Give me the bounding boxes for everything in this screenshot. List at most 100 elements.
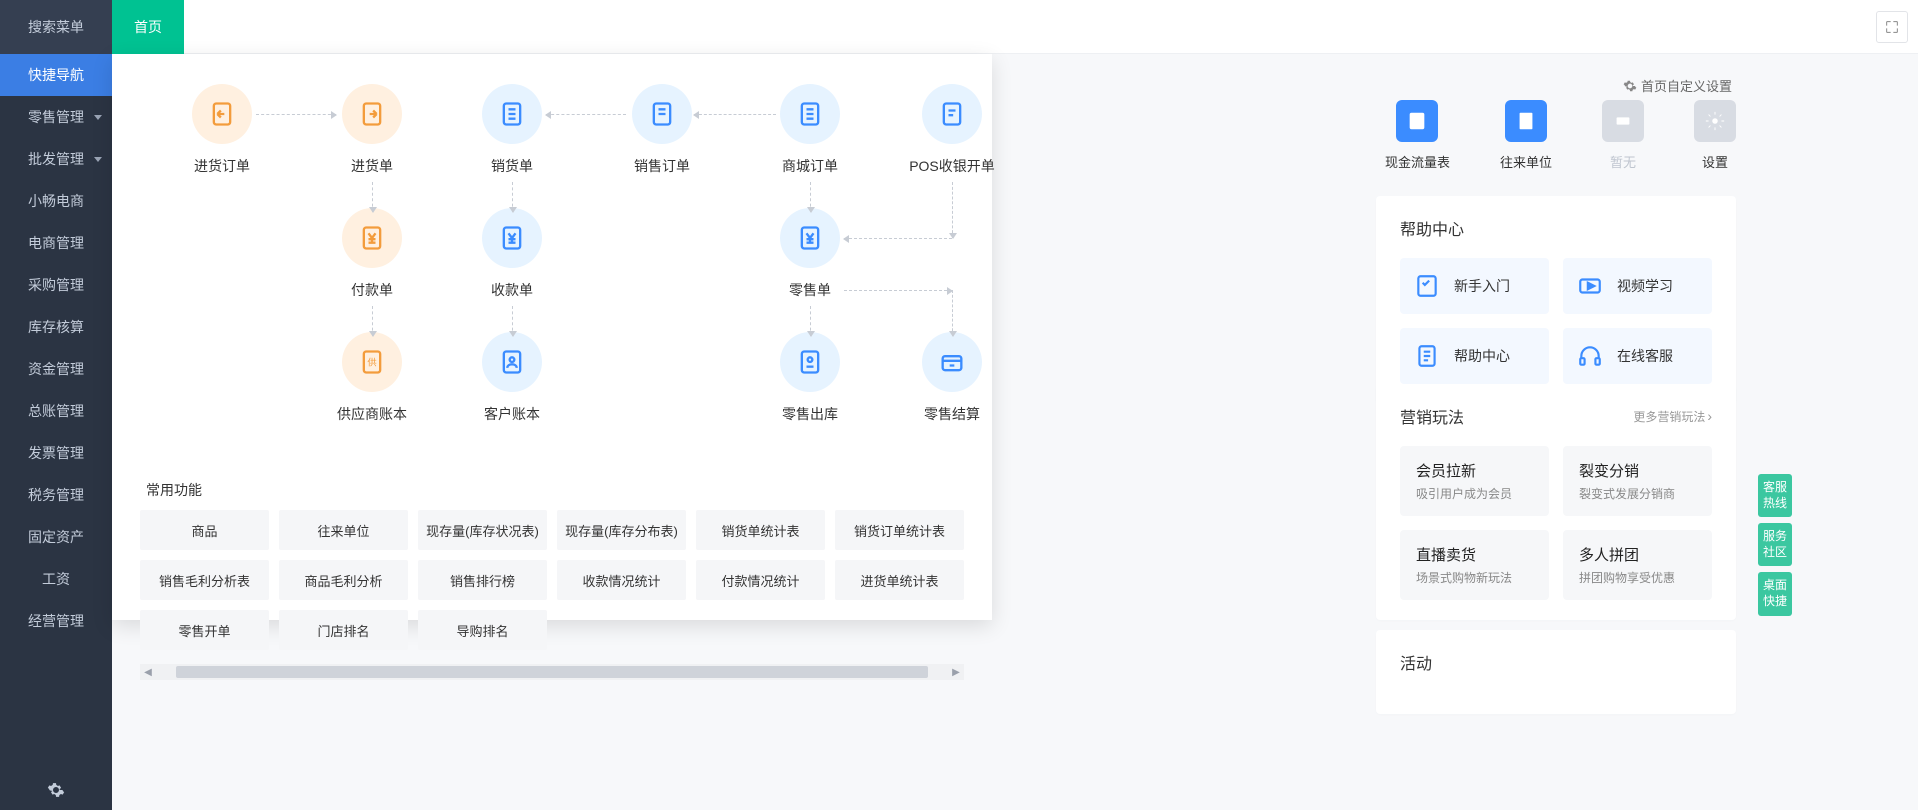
marketing-item-livestream[interactable]: 直播卖货 场景式购物新玩法 — [1400, 530, 1549, 600]
common-item[interactable]: 导购排名 — [418, 610, 547, 650]
common-item[interactable]: 零售开单 — [140, 610, 269, 650]
sidebar-item-invoice[interactable]: 发票管理 — [0, 432, 112, 474]
node-retail-settlement[interactable]: 零售结算 — [892, 332, 1012, 424]
node-pos[interactable]: POS收银开单 — [892, 84, 1012, 176]
common-item[interactable]: 收款情况统计 — [557, 560, 686, 600]
sidebar-item-fixed-assets[interactable]: 固定资产 — [0, 516, 112, 558]
help-item-support[interactable]: 在线客服 — [1563, 328, 1712, 384]
scrollbar-thumb[interactable] — [176, 666, 928, 678]
quick-icons-row: 现金流量表 往来单位 暂无 设置 — [1385, 100, 1736, 171]
arrow — [810, 182, 811, 212]
common-item[interactable]: 销货单统计表 — [696, 510, 825, 550]
common-item[interactable]: 进货单统计表 — [835, 560, 964, 600]
node-receipt-slip[interactable]: 收款单 — [452, 208, 572, 300]
arrow — [372, 182, 373, 212]
common-functions-title: 常用功能 — [146, 480, 982, 500]
svg-text:供: 供 — [367, 357, 376, 368]
sidebar-item-salary[interactable]: 工资 — [0, 558, 112, 600]
placeholder-icon — [1612, 110, 1634, 132]
sidebar-search[interactable]: 搜索菜单 — [0, 0, 112, 54]
common-functions-grid: 商品 往来单位 现存量(库存状况表) 现存量(库存分布表) 销货单统计表 销货订… — [122, 510, 982, 650]
horizontal-scrollbar[interactable]: ◀ ▶ — [140, 664, 964, 680]
node-purchase-order[interactable]: 进货订单 — [162, 84, 282, 176]
node-supplier-ledger[interactable]: 供 供应商账本 — [312, 332, 432, 424]
expand-icon — [1884, 19, 1900, 35]
common-item[interactable]: 往来单位 — [279, 510, 408, 550]
common-item[interactable]: 现存量(库存分布表) — [557, 510, 686, 550]
checklist-icon — [1414, 273, 1440, 299]
doc-in-icon — [208, 100, 236, 128]
yen-doc-icon — [358, 224, 386, 252]
common-item[interactable]: 门店排名 — [279, 610, 408, 650]
sidebar-item-ledger[interactable]: 总账管理 — [0, 390, 112, 432]
common-item[interactable]: 销货订单统计表 — [835, 510, 964, 550]
common-item[interactable]: 现存量(库存状况表) — [418, 510, 547, 550]
common-item[interactable]: 销售毛利分析表 — [140, 560, 269, 600]
quick-icon-empty[interactable]: 暂无 — [1602, 100, 1644, 171]
quick-icon-label: 暂无 — [1610, 152, 1636, 171]
help-item-video[interactable]: 视频学习 — [1563, 258, 1712, 314]
quick-icon-settings[interactable]: 设置 — [1694, 100, 1736, 171]
marketing-item-groupbuy[interactable]: 多人拼团 拼团购物享受优惠 — [1563, 530, 1712, 600]
pos-icon — [938, 100, 966, 128]
activity-title: 活动 — [1400, 650, 1712, 674]
sidebar-item-quicknav[interactable]: 快捷导航 — [0, 54, 112, 96]
quick-icon-partners[interactable]: 往来单位 — [1500, 100, 1552, 171]
outbound-icon — [796, 348, 824, 376]
scroll-right-arrow[interactable]: ▶ — [948, 664, 964, 680]
scroll-left-arrow[interactable]: ◀ — [140, 664, 156, 680]
node-mall-order[interactable]: 商城订单 — [750, 84, 870, 176]
common-item[interactable]: 付款情况统计 — [696, 560, 825, 600]
sidebar-item-operations[interactable]: 经营管理 — [0, 600, 112, 642]
arrow — [952, 290, 953, 336]
help-item-helpcenter[interactable]: 帮助中心 — [1400, 328, 1549, 384]
doc-out-icon — [358, 100, 386, 128]
fullscreen-button[interactable] — [1876, 11, 1908, 43]
arrow — [694, 114, 776, 115]
common-item[interactable]: 商品毛利分析 — [279, 560, 408, 600]
float-tag-community[interactable]: 服务社区 — [1758, 523, 1792, 566]
node-customer-ledger[interactable]: 客户账本 — [452, 332, 572, 424]
common-item[interactable]: 商品 — [140, 510, 269, 550]
quick-icon-cashflow[interactable]: 现金流量表 — [1385, 100, 1450, 171]
tab-bar: 首页 — [112, 0, 1918, 54]
user-doc-icon — [498, 348, 526, 376]
sidebar-item-tax[interactable]: 税务管理 — [0, 474, 112, 516]
home-custom-settings[interactable]: 首页自定义设置 — [1623, 76, 1732, 95]
arrow — [810, 306, 811, 336]
sidebar-item-ecommerce[interactable]: 电商管理 — [0, 222, 112, 264]
tab-home[interactable]: 首页 — [112, 0, 184, 54]
float-tag-hotline[interactable]: 客服热线 — [1758, 474, 1792, 517]
gear-icon — [1704, 110, 1726, 132]
sidebar-item-wholesale[interactable]: 批发管理 — [0, 138, 112, 180]
yen-doc-icon — [498, 224, 526, 252]
node-payment-slip[interactable]: 付款单 — [312, 208, 432, 300]
common-item[interactable]: 销售排行榜 — [418, 560, 547, 600]
sidebar-item-xiaochang[interactable]: 小畅电商 — [0, 180, 112, 222]
marketing-card: 营销玩法 更多营销玩法 会员拉新 吸引用户成为会员 裂变分销 裂变式发展分销商 … — [1376, 384, 1736, 620]
gear-icon — [1623, 79, 1637, 93]
sidebar-item-inventory[interactable]: 库存核算 — [0, 306, 112, 348]
quick-icon-label: 现金流量表 — [1385, 152, 1450, 171]
arrow — [546, 114, 626, 115]
arrow — [844, 290, 952, 291]
sidebar: 搜索菜单 快捷导航 零售管理 批发管理 小畅电商 电商管理 采购管理 库存核算 … — [0, 0, 112, 810]
sidebar-item-retail[interactable]: 零售管理 — [0, 96, 112, 138]
sidebar-item-funds[interactable]: 资金管理 — [0, 348, 112, 390]
node-purchase-slip[interactable]: 进货单 — [312, 84, 432, 176]
quick-icon-label: 设置 — [1702, 152, 1728, 171]
node-retail-slip[interactable]: 零售单 — [750, 208, 870, 300]
float-tag-desktop[interactable]: 桌面快捷 — [1758, 572, 1792, 615]
sidebar-item-purchase[interactable]: 采购管理 — [0, 264, 112, 306]
document-icon — [1414, 343, 1440, 369]
list-icon — [796, 100, 824, 128]
node-sales-order[interactable]: 销售订单 — [602, 84, 722, 176]
book-icon: 供 — [358, 348, 386, 376]
help-item-beginner[interactable]: 新手入门 — [1400, 258, 1549, 314]
sidebar-settings-button[interactable] — [0, 770, 112, 810]
marketing-item-fission[interactable]: 裂变分销 裂变式发展分销商 — [1563, 446, 1712, 516]
node-retail-outbound[interactable]: 零售出库 — [750, 332, 870, 424]
marketing-item-member[interactable]: 会员拉新 吸引用户成为会员 — [1400, 446, 1549, 516]
node-sales-slip[interactable]: 销货单 — [452, 84, 572, 176]
marketing-more-link[interactable]: 更多营销玩法 — [1633, 408, 1712, 425]
